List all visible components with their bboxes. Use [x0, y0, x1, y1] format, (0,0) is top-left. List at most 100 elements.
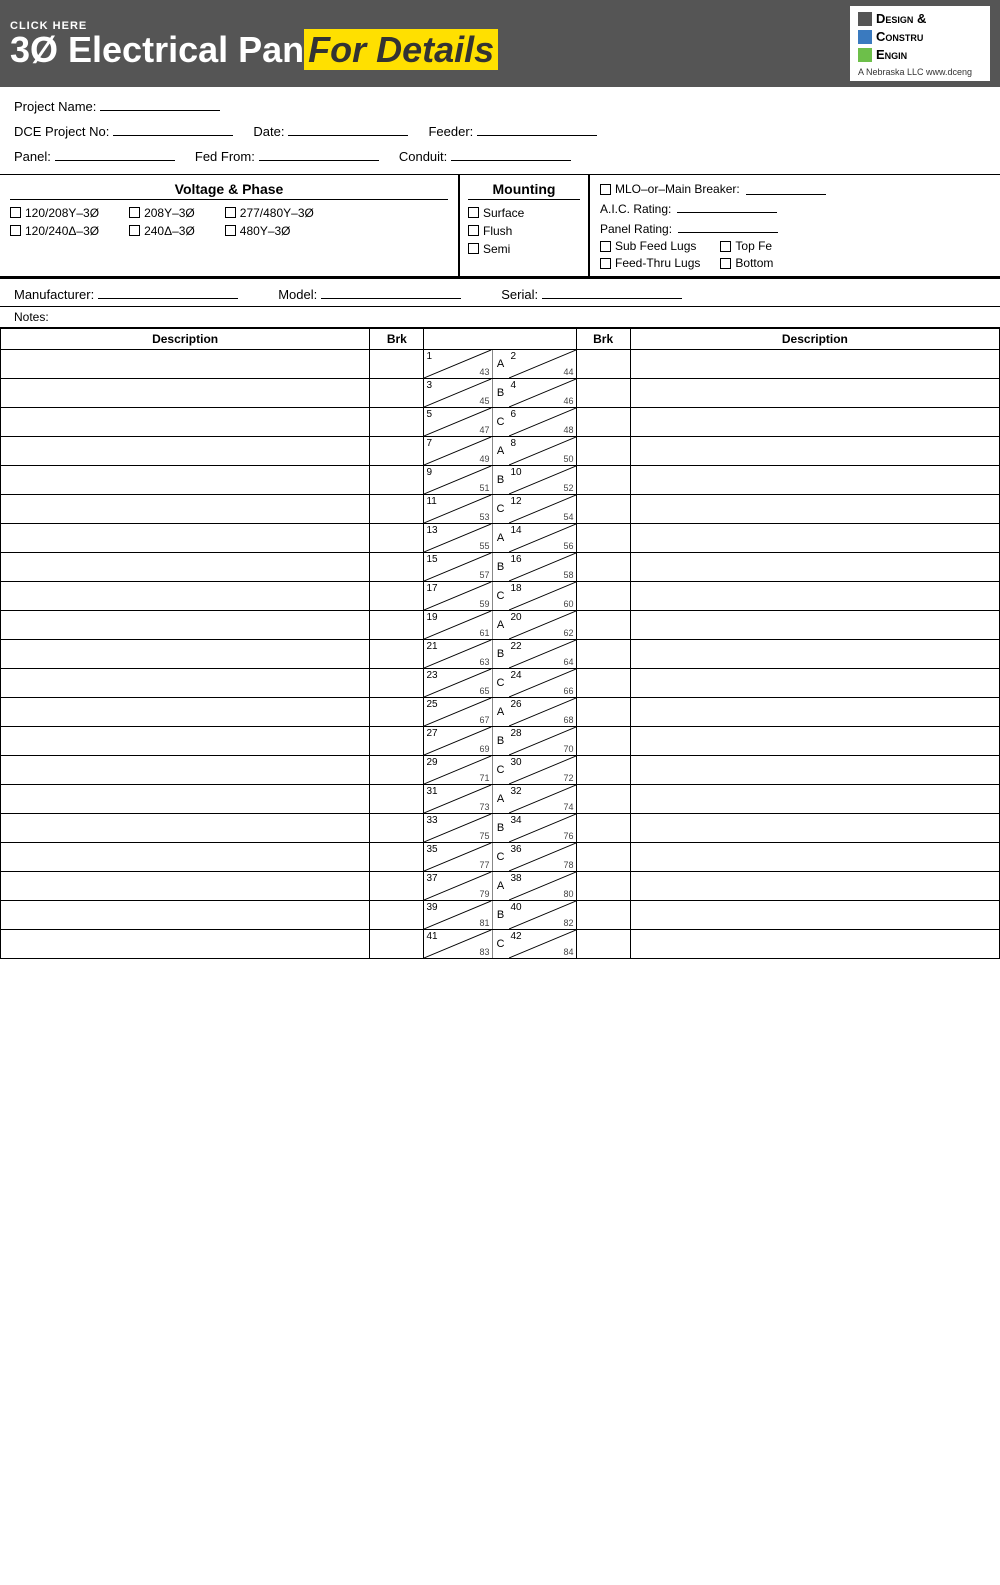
fed-from-input[interactable] [259, 145, 379, 161]
desc-left-18 [1, 872, 370, 901]
cb-1[interactable] [10, 207, 21, 218]
cb-flush[interactable] [468, 225, 479, 236]
table-row: 7 49 A 8 50 [1, 437, 1000, 466]
cb-sub-feed[interactable] [600, 241, 611, 252]
vp-option-1[interactable]: 120/208Y–3Ø [10, 206, 99, 220]
right-bot-num-17: 78 [564, 860, 574, 870]
cb-mlo[interactable] [600, 184, 611, 195]
manufacturer-input[interactable] [98, 283, 238, 299]
left-bot-num-14: 71 [479, 773, 489, 783]
phase-11: C [493, 669, 509, 697]
date-input[interactable] [288, 120, 408, 136]
serial-input[interactable] [542, 283, 682, 299]
vp-option-5[interactable]: 240Δ–3Ø [129, 224, 195, 238]
center-cell-11: 23 65 C 24 66 [424, 669, 576, 698]
table-row: 1 43 A 2 44 [1, 350, 1000, 379]
right-bot-num-11: 66 [564, 686, 574, 696]
vp-option-3[interactable]: 277/480Y–3Ø [225, 206, 314, 220]
mount-flush[interactable]: Flush [468, 224, 512, 238]
date-field: Date: [253, 120, 408, 139]
cb-surface[interactable] [468, 207, 479, 218]
cb-semi[interactable] [468, 243, 479, 254]
mount-flush-label: Flush [483, 224, 512, 238]
manufacturer-row: Manufacturer: Model: Serial: [0, 277, 1000, 307]
center-cell-12: 25 67 A 26 68 [424, 698, 576, 727]
phase-7: B [493, 553, 509, 581]
project-name-input[interactable] [100, 95, 220, 111]
left-top-num-15: 31 [426, 786, 437, 797]
desc-left-11 [1, 669, 370, 698]
right-bot-num-9: 62 [564, 628, 574, 638]
highlight-text: For Details [304, 29, 498, 70]
left-top-num-18: 37 [426, 873, 437, 884]
right-bot-num-0: 44 [564, 367, 574, 377]
right-bot-num-1: 46 [564, 396, 574, 406]
right-bot-num-3: 50 [564, 454, 574, 464]
dce-project-input[interactable] [113, 120, 233, 136]
cb-feed-thru[interactable] [600, 258, 611, 269]
conduit-input[interactable] [451, 145, 571, 161]
center-cell-20: 41 83 C 42 84 [424, 930, 576, 959]
brk-right-4 [576, 466, 630, 495]
phase-4: B [493, 466, 509, 494]
desc-left-20 [1, 930, 370, 959]
center-cell-18: 37 79 A 38 80 [424, 872, 576, 901]
panel-input[interactable] [55, 145, 175, 161]
vp-option-6[interactable]: 480Y–3Ø [225, 224, 291, 238]
aic-input[interactable] [677, 199, 777, 213]
right-bot-num-2: 48 [564, 425, 574, 435]
model-input[interactable] [321, 283, 461, 299]
col-description-right: Description [630, 329, 999, 350]
mlo-input[interactable] [746, 181, 826, 195]
cb-5[interactable] [129, 225, 140, 236]
vp-option-2[interactable]: 208Y–3Ø [129, 206, 195, 220]
desc-right-17 [630, 843, 999, 872]
left-bot-num-11: 65 [479, 686, 489, 696]
right-top-num-3: 8 [511, 438, 517, 449]
brk-right-14 [576, 756, 630, 785]
brk-right-3 [576, 437, 630, 466]
left-bot-num-20: 83 [479, 947, 489, 957]
table-row: 21 63 B 22 64 [1, 640, 1000, 669]
bottom-checkbox[interactable]: Bottom [720, 256, 773, 270]
table-row: 41 83 C 42 84 [1, 930, 1000, 959]
sub-feed-lugs-checkbox[interactable]: Sub Feed Lugs [600, 239, 700, 253]
table-row: 19 61 A 20 62 [1, 611, 1000, 640]
left-top-num-17: 35 [426, 844, 437, 855]
desc-left-15 [1, 785, 370, 814]
mount-semi[interactable]: Semi [468, 242, 510, 256]
center-cell-7: 15 57 B 16 58 [424, 553, 576, 582]
desc-right-6 [630, 524, 999, 553]
cb-bottom[interactable] [720, 258, 731, 269]
mlo-checkbox[interactable]: MLO–or–Main Breaker: [600, 182, 740, 196]
desc-left-16 [1, 814, 370, 843]
panel-rating-input[interactable] [678, 219, 778, 233]
phase-16: B [493, 814, 509, 842]
table-row: 15 57 B 16 58 [1, 553, 1000, 582]
brk-right-0 [576, 350, 630, 379]
phase-13: B [493, 727, 509, 755]
cb-2[interactable] [129, 207, 140, 218]
brk-left-13 [370, 727, 424, 756]
cb-4[interactable] [10, 225, 21, 236]
top-feed-checkbox[interactable]: Top Fe [720, 239, 773, 253]
left-bot-num-18: 79 [479, 889, 489, 899]
col-brk-left: Brk [370, 329, 424, 350]
phase-3: A [493, 437, 509, 465]
cb-3[interactable] [225, 207, 236, 218]
cb-6[interactable] [225, 225, 236, 236]
vp-option-4[interactable]: 120/240Δ–3Ø [10, 224, 99, 238]
main-title: 3Ø Electrical PanFor Details [10, 32, 498, 68]
mount-semi-label: Semi [483, 242, 510, 256]
left-bot-num-12: 67 [479, 715, 489, 725]
desc-right-10 [630, 640, 999, 669]
panel-rating-row: Panel Rating: [600, 219, 990, 236]
cb-top-feed[interactable] [720, 241, 731, 252]
brk-right-9 [576, 611, 630, 640]
mount-surface[interactable]: Surface [468, 206, 524, 220]
feeder-input[interactable] [477, 120, 597, 136]
brk-left-0 [370, 350, 424, 379]
project-name-row: Project Name: [14, 95, 986, 114]
dce-project-label: DCE Project No: [14, 124, 109, 139]
feed-thru-lugs-checkbox[interactable]: Feed-Thru Lugs [600, 256, 700, 270]
